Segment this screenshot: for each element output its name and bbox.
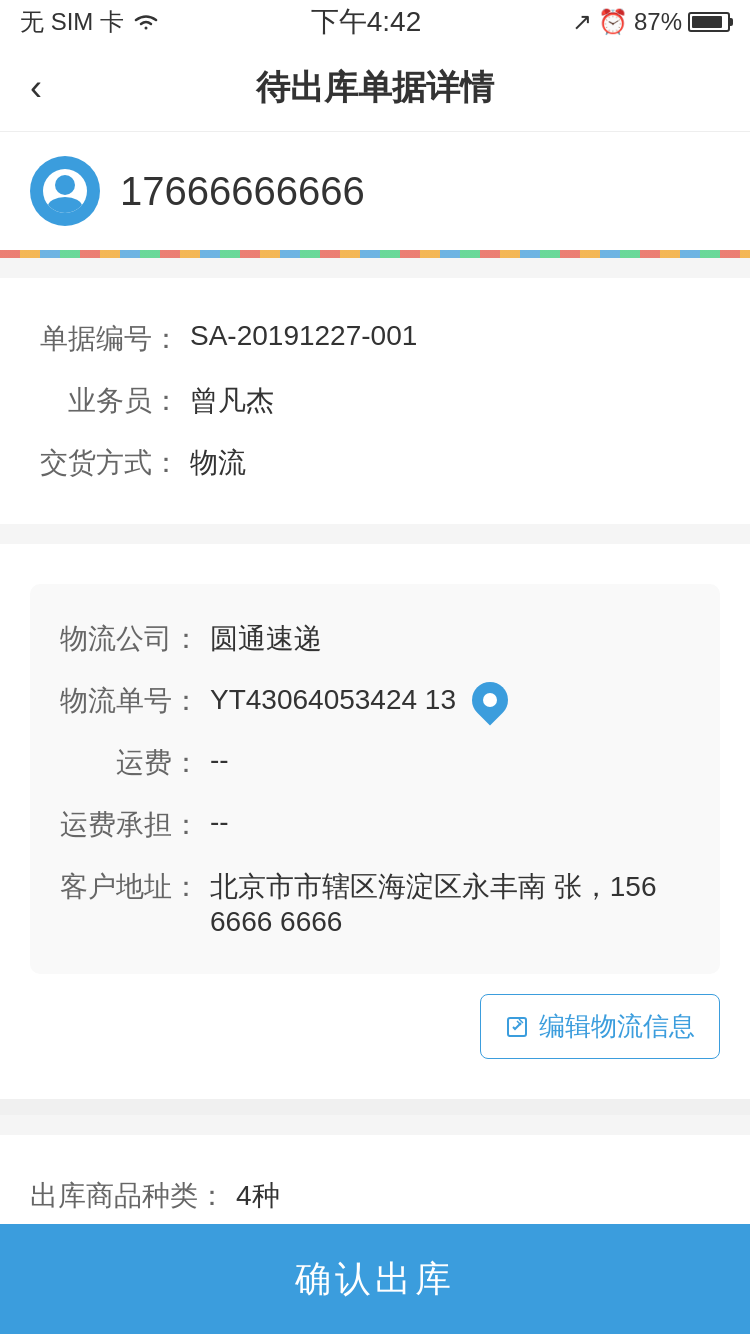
doc-number-label: 单据编号： (30, 320, 180, 358)
doc-number-row: 单据编号： SA-20191227-001 (30, 308, 720, 370)
edit-icon (505, 1015, 529, 1039)
status-right: ↗ ⏰ 87% (572, 8, 730, 36)
dashed-divider (0, 250, 750, 258)
delivery-method-label: 交货方式： (30, 444, 180, 482)
status-bar: 无 SIM 卡 下午4:42 ↗ ⏰ 87% (0, 0, 750, 44)
edit-logistics-button[interactable]: 编辑物流信息 (480, 994, 720, 1059)
address-value: 北京市市辖区海淀区永丰南 张，156 6666 6666 (210, 868, 700, 938)
goods-types-value: 4种 (236, 1177, 720, 1215)
section-divider (0, 1099, 750, 1115)
location-pin-icon[interactable] (465, 675, 516, 726)
logistics-company-label: 物流公司： (50, 620, 200, 658)
logistics-section: 物流公司： 圆通速递 物流单号： YT43064053424 13 运费： --… (0, 544, 750, 1099)
salesperson-value: 曾凡杰 (190, 382, 720, 420)
tracking-number-row: 物流单号： YT43064053424 13 (50, 670, 700, 732)
salesperson-row: 业务员： 曾凡杰 (30, 370, 720, 432)
battery-icon (688, 12, 730, 32)
doc-number-value: SA-20191227-001 (190, 320, 720, 352)
logistics-company-row: 物流公司： 圆通速递 (50, 608, 700, 670)
tracking-number-label: 物流单号： (50, 682, 200, 720)
bottom-bar: 确认出库 (0, 1224, 750, 1334)
address-label: 客户地址： (50, 868, 200, 906)
freight-value: -- (210, 744, 700, 776)
basic-info-section: 单据编号： SA-20191227-001 业务员： 曾凡杰 交货方式： 物流 (0, 278, 750, 524)
user-phone: 17666666666 (120, 169, 365, 214)
back-button[interactable]: ‹ (30, 67, 42, 109)
freight-row: 运费： -- (50, 732, 700, 794)
delivery-method-row: 交货方式： 物流 (30, 432, 720, 494)
alarm-icon: ⏰ (598, 8, 628, 36)
tracking-number-value: YT43064053424 13 (210, 682, 700, 718)
user-info-section: 17666666666 (0, 132, 750, 250)
battery-percent: 87% (634, 8, 682, 36)
edit-btn-row: 编辑物流信息 (30, 974, 720, 1069)
delivery-method-value: 物流 (190, 444, 720, 482)
page-title: 待出库单据详情 (256, 65, 494, 111)
location-status-icon: ↗ (572, 8, 592, 36)
goods-types-label: 出库商品种类： (30, 1177, 226, 1215)
status-left: 无 SIM 卡 (20, 6, 160, 38)
freight-bearer-label: 运费承担： (50, 806, 200, 844)
carrier-label: 无 SIM 卡 (20, 6, 124, 38)
time-label: 下午4:42 (311, 3, 422, 41)
goods-types-row: 出库商品种类： 4种 (30, 1165, 720, 1227)
freight-bearer-row: 运费承担： -- (50, 794, 700, 856)
logistics-card: 物流公司： 圆通速递 物流单号： YT43064053424 13 运费： --… (30, 584, 720, 974)
logistics-company-value: 圆通速递 (210, 620, 700, 658)
avatar (30, 156, 100, 226)
freight-bearer-value: -- (210, 806, 700, 838)
confirm-button[interactable]: 确认出库 (295, 1255, 455, 1304)
nav-bar: ‹ 待出库单据详情 (0, 44, 750, 132)
wifi-icon (132, 12, 160, 32)
address-row: 客户地址： 北京市市辖区海淀区永丰南 张，156 6666 6666 (50, 856, 700, 950)
avatar-icon (43, 169, 87, 213)
freight-label: 运费： (50, 744, 200, 782)
salesperson-label: 业务员： (30, 382, 180, 420)
